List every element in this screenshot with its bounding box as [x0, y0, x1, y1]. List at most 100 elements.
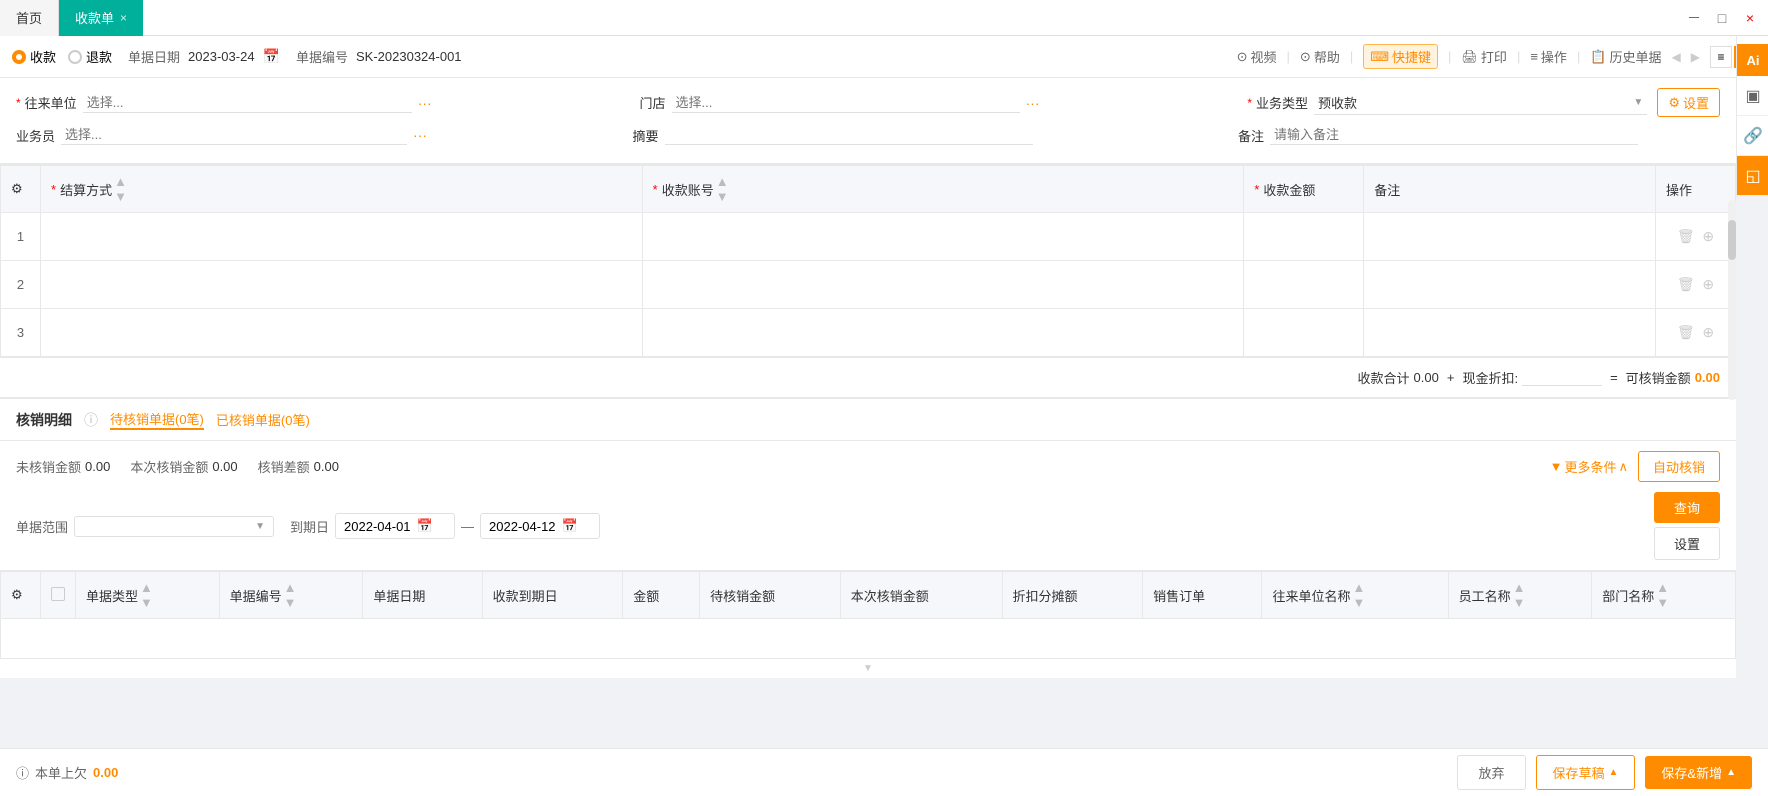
uncanceled-stat: 未核销金额 0.00: [16, 457, 110, 476]
date-separator: —: [461, 519, 474, 534]
row-2-amount[interactable]: [1244, 261, 1364, 309]
print-button[interactable]: 🖨 打印: [1461, 47, 1507, 66]
table-row: 1 🗑 ⊕: [1, 213, 1736, 261]
bottom-table-header: ⚙ 单据类型 ▲▼ 单据编号 ▲▼: [1, 572, 1736, 619]
range-label: 单据范围: [16, 517, 68, 536]
filter-actions: 查询 设置: [1654, 492, 1720, 560]
store-input[interactable]: [672, 93, 1020, 113]
radio-receipt[interactable]: 收款: [12, 47, 56, 66]
help-button[interactable]: ⊙ 帮助: [1300, 47, 1340, 66]
scroll-more-indicator: ▼: [0, 659, 1736, 678]
operation-icon: ≡: [1530, 49, 1538, 64]
footer-amount-value: 0.00: [93, 765, 118, 780]
row-1-delete-icon[interactable]: 🗑: [1677, 228, 1695, 244]
scrollbar-thumb[interactable]: [1728, 220, 1736, 260]
row-2-account[interactable]: [642, 261, 1244, 309]
writeoff-title: 核销明细: [16, 410, 72, 430]
row-1-amount[interactable]: [1244, 213, 1364, 261]
tab-pending-writeoff[interactable]: 待核销单据(0笔): [110, 409, 204, 430]
view-list-icon[interactable]: ≡: [1710, 46, 1732, 68]
row-2-payment-method[interactable]: [41, 261, 643, 309]
calendar-icon[interactable]: 📅: [263, 48, 280, 65]
close-button[interactable]: ×: [1740, 8, 1760, 28]
ai-button[interactable]: Ai: [1737, 44, 1768, 76]
save-new-button[interactable]: 保存&新增 ▲: [1645, 756, 1752, 789]
row-1-payment-method[interactable]: [41, 213, 643, 261]
radio-refund[interactable]: 退款: [68, 47, 112, 66]
bottom-col-doc-date: 单据日期: [363, 572, 482, 619]
payment-table-wrapper: ⚙ * 结算方式 ▲▼ * 收: [0, 164, 1736, 357]
discard-button[interactable]: 放弃: [1457, 755, 1525, 790]
summary-input[interactable]: [665, 125, 1033, 145]
tab-done-writeoff[interactable]: 已核销单据(0笔): [216, 410, 310, 429]
counterpart-input[interactable]: [83, 93, 412, 113]
video-button[interactable]: ⊙ 视频: [1237, 47, 1277, 66]
row-2-copy-icon[interactable]: ⊕: [1702, 276, 1714, 292]
tab-close-icon[interactable]: ×: [120, 11, 127, 25]
sep1: |: [1287, 49, 1290, 64]
counterpart-required: *: [16, 96, 21, 110]
business-type-select[interactable]: 预收款 ▼: [1314, 91, 1647, 115]
select-all-checkbox[interactable]: [51, 587, 65, 601]
footer-right: 放弃 保存草稿 ▲ 保存&新增 ▲: [1457, 755, 1752, 790]
row-3-remark[interactable]: [1364, 309, 1656, 357]
row-2-delete-icon[interactable]: 🗑: [1677, 276, 1695, 292]
scroll-down-icon: ▼: [863, 663, 873, 674]
radio-receipt-label: 收款: [30, 47, 56, 66]
bottom-col-setting[interactable]: ⚙: [1, 572, 41, 619]
table-row: 3 🗑 ⊕: [1, 309, 1736, 357]
range-select[interactable]: ▼: [74, 516, 274, 537]
discount-input[interactable]: [1522, 370, 1602, 386]
uncanceled-value: 0.00: [85, 459, 110, 474]
more-conditions-button[interactable]: ▼ 更多条件 ∧: [1550, 457, 1628, 476]
sort-doc-type: ▲▼: [140, 580, 153, 610]
row-1-remark[interactable]: [1364, 213, 1656, 261]
th-sort-account: * 收款账号 ▲▼: [653, 174, 1234, 204]
history-button[interactable]: 📋 历史单据: [1590, 47, 1661, 66]
sidebar-link-icon[interactable]: 🔗: [1737, 116, 1768, 156]
remark-input[interactable]: [1270, 125, 1638, 145]
col-setting-header[interactable]: ⚙: [1, 166, 41, 213]
shortcut-button[interactable]: ⌨ 快捷键: [1363, 44, 1438, 69]
maximize-button[interactable]: □: [1712, 8, 1732, 28]
auto-writeoff-button[interactable]: 自动核销: [1638, 451, 1720, 482]
tab-bar: 首页 收款单 × － □ ×: [0, 0, 1768, 36]
tab-home[interactable]: 首页: [0, 0, 59, 36]
business-type-field: * 业务类型 预收款 ▼: [1247, 91, 1647, 115]
plus-sign: +: [1447, 370, 1455, 385]
doc-number-field: 单据编号 SK-20230324-001: [296, 47, 466, 66]
staff-more-icon[interactable]: ···: [413, 127, 427, 143]
minimize-button[interactable]: －: [1684, 8, 1704, 28]
row-3-delete-icon[interactable]: 🗑: [1677, 324, 1695, 340]
date-value: 2023-03-24: [188, 49, 255, 64]
row-1-account[interactable]: [642, 213, 1244, 261]
row-1-copy-icon[interactable]: ⊕: [1702, 228, 1714, 244]
sidebar-list-icon[interactable]: ▣: [1737, 76, 1768, 116]
row-3-account[interactable]: [642, 309, 1244, 357]
row-3-payment-method[interactable]: [41, 309, 643, 357]
sidebar-expand-icon[interactable]: ◱: [1737, 156, 1768, 196]
query-button[interactable]: 查询: [1654, 492, 1720, 523]
staff-input[interactable]: [61, 125, 407, 145]
filter-setting-button[interactable]: 设置: [1654, 527, 1720, 560]
row-3-copy-icon[interactable]: ⊕: [1702, 324, 1714, 340]
operation-button[interactable]: ≡ 操作: [1530, 47, 1567, 66]
row-2-remark[interactable]: [1364, 261, 1656, 309]
writeoff-info-icon[interactable]: ⓘ: [84, 410, 98, 430]
counterpart-more-icon[interactable]: ···: [418, 95, 432, 111]
writeoff-right-actions: ▼ 更多条件 ∧ 自动核销: [1550, 451, 1720, 482]
date-to-input[interactable]: 2022-04-12 📅: [480, 513, 600, 539]
calendar-to-icon: 📅: [562, 518, 578, 534]
scrollbar-track[interactable]: [1728, 200, 1736, 400]
date-from-input[interactable]: 2022-04-01 📅: [335, 513, 455, 539]
store-more-icon[interactable]: ···: [1026, 95, 1040, 111]
nav-prev[interactable]: ◀: [1672, 50, 1681, 64]
print-label: 打印: [1481, 47, 1507, 66]
nav-next[interactable]: ▶: [1691, 50, 1700, 64]
tab-receipt[interactable]: 收款单 ×: [59, 0, 143, 36]
bottom-table: ⚙ 单据类型 ▲▼ 单据编号 ▲▼: [0, 571, 1736, 659]
settings-label: 设置: [1683, 93, 1709, 112]
save-draft-button[interactable]: 保存草稿 ▲: [1536, 755, 1636, 790]
row-3-amount[interactable]: [1244, 309, 1364, 357]
settings-button[interactable]: ⚙ 设置: [1657, 88, 1720, 117]
